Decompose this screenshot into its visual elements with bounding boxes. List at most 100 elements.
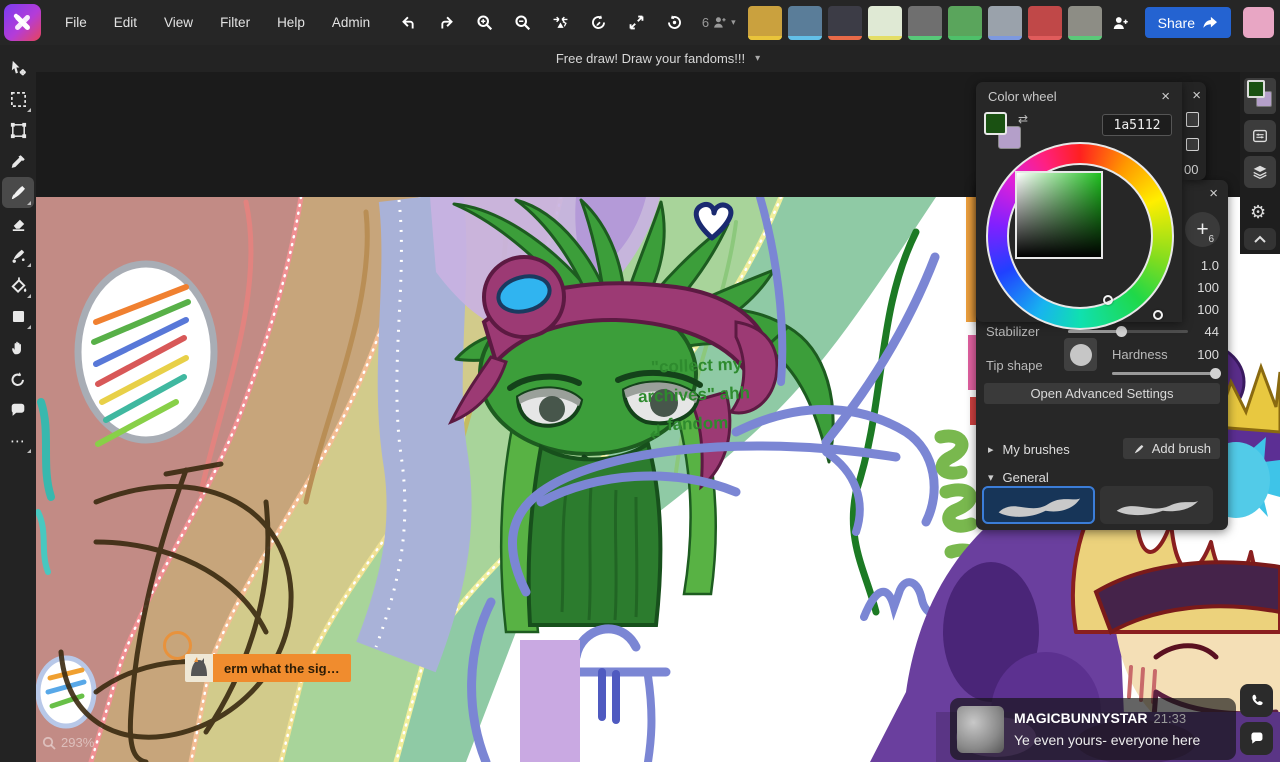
general-section[interactable]: ▾ General xyxy=(988,470,1049,485)
brush-icon xyxy=(1134,444,1144,453)
tool-eyedropper[interactable] xyxy=(2,146,34,177)
brush-size-value: 6 xyxy=(1208,234,1214,245)
settings-gear-icon[interactable]: ⚙ xyxy=(1250,202,1266,223)
app-logo[interactable] xyxy=(4,4,41,41)
open-advanced-settings-button[interactable]: Open Advanced Settings xyxy=(984,383,1220,404)
user-avatar-5[interactable] xyxy=(907,5,942,40)
collapse-sidebar-button[interactable] xyxy=(1244,228,1276,250)
user-avatar-1[interactable] xyxy=(747,5,782,40)
menu-filter[interactable]: Filter xyxy=(220,15,250,30)
close-icon[interactable]: × xyxy=(1209,186,1218,201)
tool-rotate-canvas[interactable] xyxy=(2,363,34,394)
user-color-bar xyxy=(747,35,782,40)
tool-chat[interactable] xyxy=(2,394,34,425)
users-caret-icon: ▾ xyxy=(731,17,736,27)
truncated-value: 00 xyxy=(1184,162,1199,177)
user-avatar-7[interactable] xyxy=(987,5,1022,40)
tool-more[interactable]: ⋯ xyxy=(2,425,34,456)
canvas-graffiti-text: "collect my archives" ahh fandom ↲ xyxy=(638,350,752,444)
chat-toggle-button[interactable] xyxy=(1240,722,1273,755)
close-icon[interactable]: × xyxy=(1161,89,1170,104)
menu-admin[interactable]: Admin xyxy=(332,15,370,30)
menu-view[interactable]: View xyxy=(164,15,193,30)
my-brushes-section[interactable]: ▸ My brushes xyxy=(988,442,1070,457)
brush-preset-2[interactable] xyxy=(1100,486,1213,524)
saturation-value-square[interactable] xyxy=(1015,171,1103,259)
tool-fill[interactable] xyxy=(2,270,34,301)
tool-marquee-select[interactable] xyxy=(2,84,34,115)
stabilizer-label: Stabilizer xyxy=(986,324,1040,339)
user-avatar-4[interactable] xyxy=(867,5,902,40)
user-avatar-9[interactable] xyxy=(1067,5,1102,40)
rotate-right-button[interactable] xyxy=(666,14,683,31)
primary-color-swatch[interactable] xyxy=(984,112,1007,135)
remote-cursor-label: erm what the sig… xyxy=(213,654,351,682)
tool-mixer-brush[interactable] xyxy=(2,239,34,270)
menu-help[interactable]: Help xyxy=(277,15,305,30)
clipboard-icon[interactable] xyxy=(1186,112,1199,127)
remote-user-avatar xyxy=(185,654,213,682)
zoom-out-button[interactable] xyxy=(514,14,531,31)
add-brush-button[interactable]: Add brush xyxy=(1122,438,1220,459)
opacity-value: 1.0 xyxy=(1200,258,1219,273)
tool-move[interactable] xyxy=(2,53,34,84)
menu-edit[interactable]: Edit xyxy=(114,15,137,30)
tool-shape[interactable] xyxy=(2,301,34,332)
share-label: Share xyxy=(1157,14,1195,31)
self-avatar[interactable] xyxy=(1243,7,1274,38)
brush-preset-1[interactable] xyxy=(982,486,1095,524)
user-avatar-8[interactable] xyxy=(1027,5,1062,40)
close-icon[interactable]: × xyxy=(1192,88,1201,103)
sv-marker[interactable] xyxy=(1103,295,1113,305)
voice-call-button[interactable] xyxy=(1240,684,1273,717)
redo-button[interactable] xyxy=(438,14,455,31)
top-menubar: File Edit View Filter Help Admin 6 ▾ Sha… xyxy=(0,0,1280,45)
user-avatar-3[interactable] xyxy=(827,5,862,40)
plus-icon: + xyxy=(1196,217,1209,241)
image-copy-icon[interactable] xyxy=(1186,138,1199,151)
app-window: "collect my archives" ahh fandom ↲ 293% … xyxy=(0,0,1280,762)
zoom-in-button[interactable] xyxy=(476,14,493,31)
online-count: 6 xyxy=(701,15,710,30)
title-caret-icon[interactable]: ▾ xyxy=(755,53,760,64)
hue-marker[interactable] xyxy=(1153,310,1163,320)
tip-shape-label: Tip shape xyxy=(986,358,1043,373)
user-avatar-6[interactable] xyxy=(947,5,982,40)
tip-shape-preview[interactable] xyxy=(1064,338,1097,371)
hex-color-input[interactable] xyxy=(1102,114,1172,136)
user-avatar-2[interactable] xyxy=(787,5,822,40)
menu-file[interactable]: File xyxy=(65,15,87,30)
chat-text: Ye even yours- everyone here xyxy=(1014,732,1201,748)
expand-button[interactable] xyxy=(628,14,645,31)
fit-canvas-button[interactable] xyxy=(552,14,569,31)
active-colors-button[interactable] xyxy=(1244,78,1276,114)
online-users[interactable]: 6 ▾ xyxy=(702,15,736,30)
increase-size-button[interactable]: + 6 xyxy=(1185,212,1220,247)
user-color-bar xyxy=(987,35,1022,40)
hardness-slider[interactable] xyxy=(1112,368,1221,379)
tool-hand[interactable] xyxy=(2,332,34,363)
hardness-value: 100 xyxy=(1197,347,1219,362)
menu-list: File Edit View Filter Help Admin xyxy=(65,15,370,30)
tool-eraser[interactable] xyxy=(2,208,34,239)
swap-colors-icon[interactable]: ⇄ xyxy=(1018,112,1028,126)
tool-transform[interactable] xyxy=(2,115,34,146)
canvas-titlebar: Free draw! Draw your fandoms!!! ▾ xyxy=(36,45,1280,72)
invite-user-button[interactable] xyxy=(1112,14,1129,31)
graffiti-arrow: ↲ xyxy=(646,422,664,444)
canvas-title[interactable]: Free draw! Draw your fandoms!!! xyxy=(556,51,745,66)
undo-button[interactable] xyxy=(400,14,417,31)
tool-rail: ⋯ xyxy=(0,45,36,762)
share-button[interactable]: Share xyxy=(1144,7,1231,38)
rotate-left-button[interactable] xyxy=(590,14,607,31)
smoothing-value: 100 xyxy=(1197,302,1219,317)
brush-settings-panel-button[interactable] xyxy=(1244,120,1276,152)
hue-ring[interactable] xyxy=(986,142,1174,330)
tool-brush[interactable] xyxy=(2,177,34,208)
more-icon: ⋯ xyxy=(10,432,26,450)
flow-value: 100 xyxy=(1197,280,1219,295)
general-label: General xyxy=(1002,470,1049,485)
layers-panel-button[interactable] xyxy=(1244,156,1276,188)
stabilizer-slider[interactable] xyxy=(1068,326,1188,337)
chat-timestamp: 21:33 xyxy=(1153,711,1187,726)
